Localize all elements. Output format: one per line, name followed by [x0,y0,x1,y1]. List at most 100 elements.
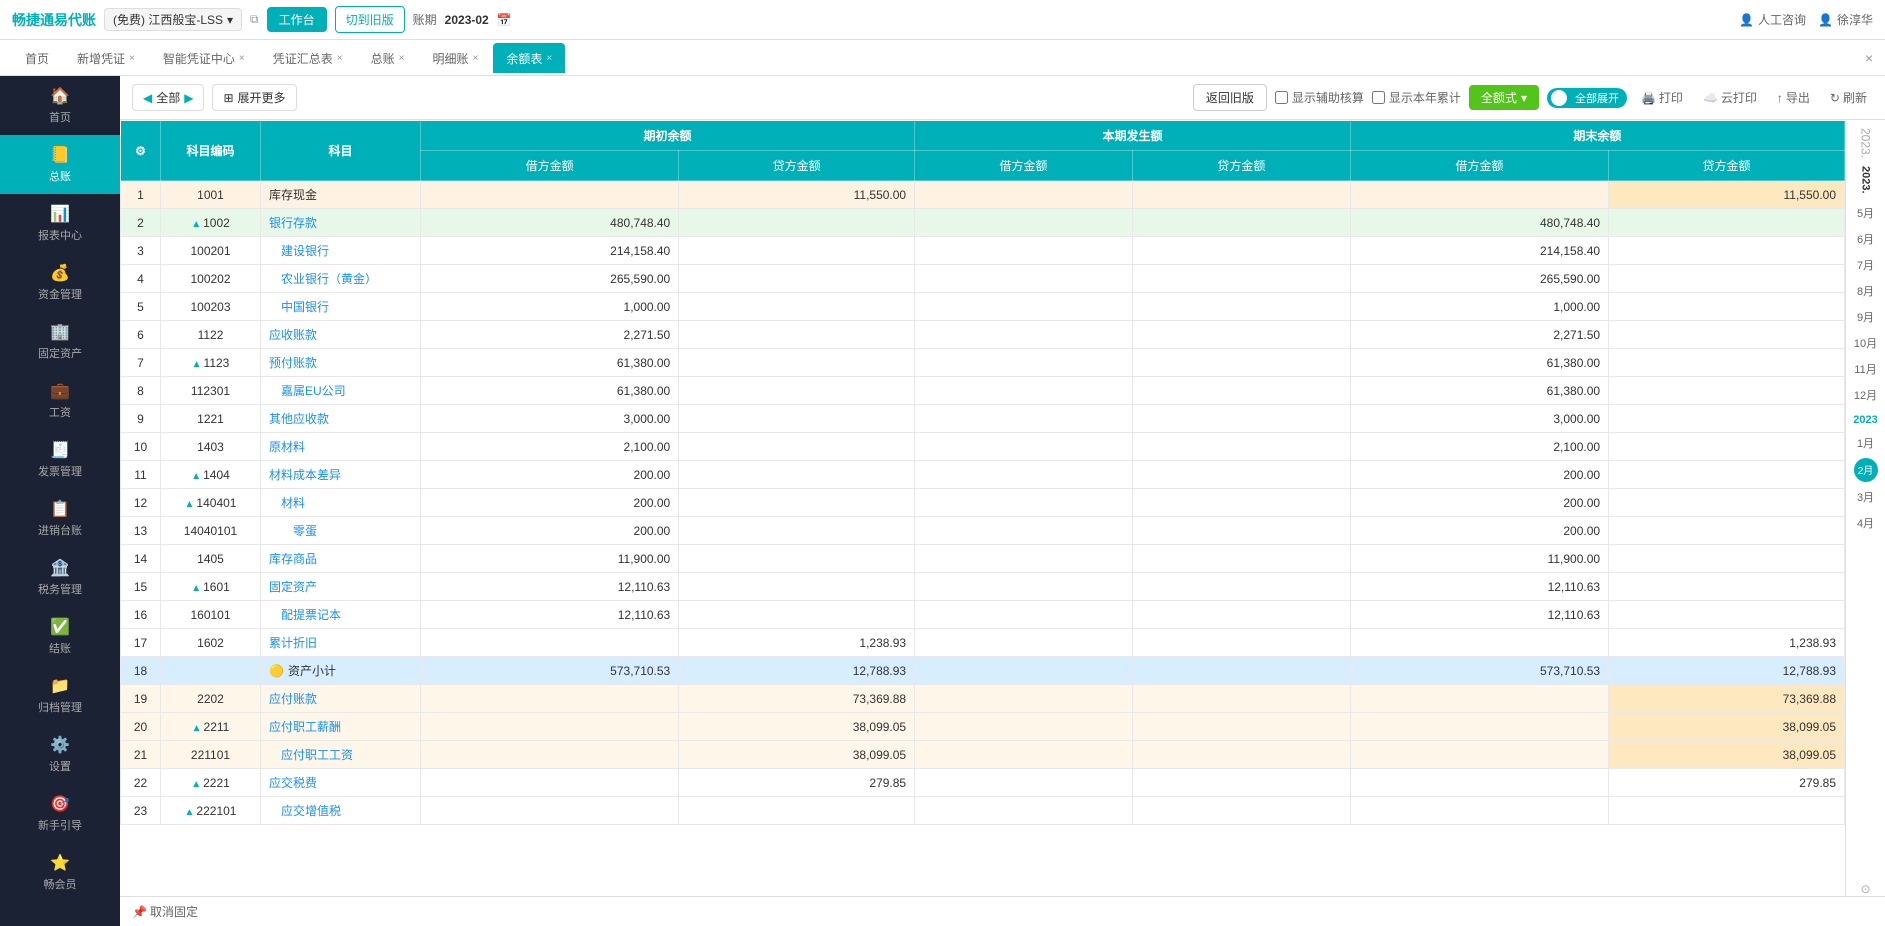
cell-name[interactable]: 零蛋 [261,517,421,545]
cell-name[interactable]: 应收账款 [261,321,421,349]
cell-name[interactable]: 应付账款 [261,685,421,713]
month-5[interactable]: 5月 [1850,202,1882,224]
workbench-button[interactable]: 工作台 [267,7,327,32]
cell-name[interactable]: 嘉属EU公司 [261,377,421,405]
tab-balance[interactable]: 余额表 × [493,43,565,73]
cell-name[interactable]: 固定资产 [261,573,421,601]
close-all-tabs[interactable]: × [1865,50,1873,66]
export-button[interactable]: ↑ 导出 [1771,87,1816,108]
cell-name[interactable]: 中国银行 [261,293,421,321]
format-button[interactable]: 全额式 ▾ [1469,85,1539,110]
month-6[interactable]: 6月 [1850,228,1882,250]
calendar-icon[interactable]: 📅 [497,13,512,27]
cell-name[interactable]: 材料 [261,489,421,517]
account-link[interactable]: 中国银行 [281,300,329,314]
cell-name[interactable]: 配提票记本 [261,601,421,629]
account-link[interactable]: 固定资产 [269,580,317,594]
tab-new-voucher-close[interactable]: × [129,53,135,64]
tab-ledger-close[interactable]: × [399,53,405,64]
tab-home[interactable]: 首页 [12,43,62,73]
sidebar-item-settings[interactable]: ⚙️ 设置 [0,725,120,784]
sidebar-item-funds[interactable]: 💰 资金管理 [0,253,120,312]
company-selector[interactable]: (免费) 江西般宝-LSS ▾ [104,8,242,31]
expand-all-toggle[interactable]: 全部展开 [1547,88,1627,108]
cell-name[interactable]: 累计折旧 [261,629,421,657]
expand-button[interactable]: ⊞ 展开更多 [212,84,296,111]
tab-smart-voucher[interactable]: 智能凭证中心 × [150,43,258,73]
cell-name[interactable]: 应交税费 [261,769,421,797]
sidebar-item-payroll[interactable]: 💼 工资 [0,371,120,430]
month-8[interactable]: 8月 [1850,280,1882,302]
expand-panel-icon[interactable]: 2023. [1859,128,1873,158]
account-link[interactable]: 配提票记本 [281,608,341,622]
unpin-button[interactable]: 📌 取消固定 [132,903,198,920]
refresh-button[interactable]: ↻ 刷新 [1824,87,1873,108]
tab-ledger[interactable]: 总账 × [358,43,418,73]
sidebar-item-tax[interactable]: 🏦 税务管理 [0,548,120,607]
cell-name[interactable]: 其他应收款 [261,405,421,433]
show-auxiliary-checkbox[interactable] [1275,91,1288,104]
account-link[interactable]: 原材料 [269,440,305,454]
tab-voucher-summary[interactable]: 凭证汇总表 × [260,43,356,73]
tab-new-voucher[interactable]: 新增凭证 × [64,43,148,73]
th-settings[interactable]: ⚙ [121,121,161,181]
cell-name[interactable]: 应付职工工资 [261,741,421,769]
tab-balance-close[interactable]: × [546,53,552,64]
month-9[interactable]: 9月 [1850,306,1882,328]
switch-version-button[interactable]: 切到旧版 [335,6,405,33]
sidebar-item-ledger[interactable]: 📒 总账 [0,135,120,194]
month-12[interactable]: 12月 [1850,384,1882,406]
tab-smart-voucher-close[interactable]: × [239,53,245,64]
account-link[interactable]: 应付职工薪酬 [269,720,341,734]
copy-icon[interactable]: ⧉ [250,12,259,27]
print-button[interactable]: 🖨️ 打印 [1635,87,1689,108]
tab-detail[interactable]: 明细账 × [419,43,491,73]
sidebar-item-member[interactable]: ⭐ 畅会员 [0,843,120,902]
account-link[interactable]: 银行存款 [269,216,317,230]
sidebar-item-assets[interactable]: 🏢 固定资产 [0,312,120,371]
show-ytd-checkbox[interactable] [1372,91,1385,104]
month-1[interactable]: 1月 [1850,432,1882,454]
account-link[interactable]: 应交增值税 [281,804,341,818]
sidebar-item-guide[interactable]: 🎯 新手引导 [0,784,120,843]
month-4[interactable]: 4月 [1850,512,1882,534]
month-7[interactable]: 7月 [1850,254,1882,276]
sidebar-item-purchase[interactable]: 📋 进销台账 [0,489,120,548]
cell-name[interactable]: 原材料 [261,433,421,461]
sidebar-item-invoice[interactable]: 🧾 发票管理 [0,430,120,489]
cell-name[interactable]: 应交增值税 [261,797,421,825]
account-link[interactable]: 材料 [281,496,305,510]
cell-name[interactable]: 建设银行 [261,237,421,265]
sidebar-item-home[interactable]: 🏠 首页 [0,76,120,135]
customer-service[interactable]: 👤 人工咨询 [1739,11,1806,28]
account-link[interactable]: 材料成本差异 [269,468,341,482]
cell-name[interactable]: 农业银行（黄金） [261,265,421,293]
cell-name[interactable]: 银行存款 [261,209,421,237]
sidebar-item-closing[interactable]: ✅ 结账 [0,607,120,666]
sidebar-item-reports[interactable]: 📊 报表中心 [0,194,120,253]
tab-voucher-summary-close[interactable]: × [337,53,343,64]
filter-button[interactable]: ◀ 全部 ▶ [132,84,204,111]
sidebar-item-archive[interactable]: 📁 归档管理 [0,666,120,725]
account-link[interactable]: 零蛋 [293,524,317,538]
account-link[interactable]: 预付账款 [269,356,317,370]
cell-name[interactable]: 库存商品 [261,545,421,573]
account-link[interactable]: 农业银行（黄金） [281,272,377,286]
tab-detail-close[interactable]: × [472,53,478,64]
account-link[interactable]: 应付职工工资 [281,748,353,762]
panel-toggle-icon[interactable]: ⊙ [1860,882,1870,896]
return-old-version-button[interactable]: 返回旧版 [1193,84,1267,111]
account-link[interactable]: 应交税费 [269,776,317,790]
cell-name[interactable]: 预付账款 [261,349,421,377]
account-link[interactable]: 应收账款 [269,328,317,342]
account-link[interactable]: 其他应收款 [269,412,329,426]
cloud-print-button[interactable]: ☁️ 云打印 [1697,87,1763,108]
account-link[interactable]: 建设银行 [281,244,329,258]
account-link[interactable]: 应付账款 [269,692,317,706]
account-link[interactable]: 嘉属EU公司 [281,384,346,398]
cell-name[interactable]: 材料成本差异 [261,461,421,489]
account-link[interactable]: 累计折旧 [269,636,317,650]
cell-name[interactable]: 应付职工薪酬 [261,713,421,741]
month-10[interactable]: 10月 [1850,332,1882,354]
month-11[interactable]: 11月 [1850,358,1882,380]
